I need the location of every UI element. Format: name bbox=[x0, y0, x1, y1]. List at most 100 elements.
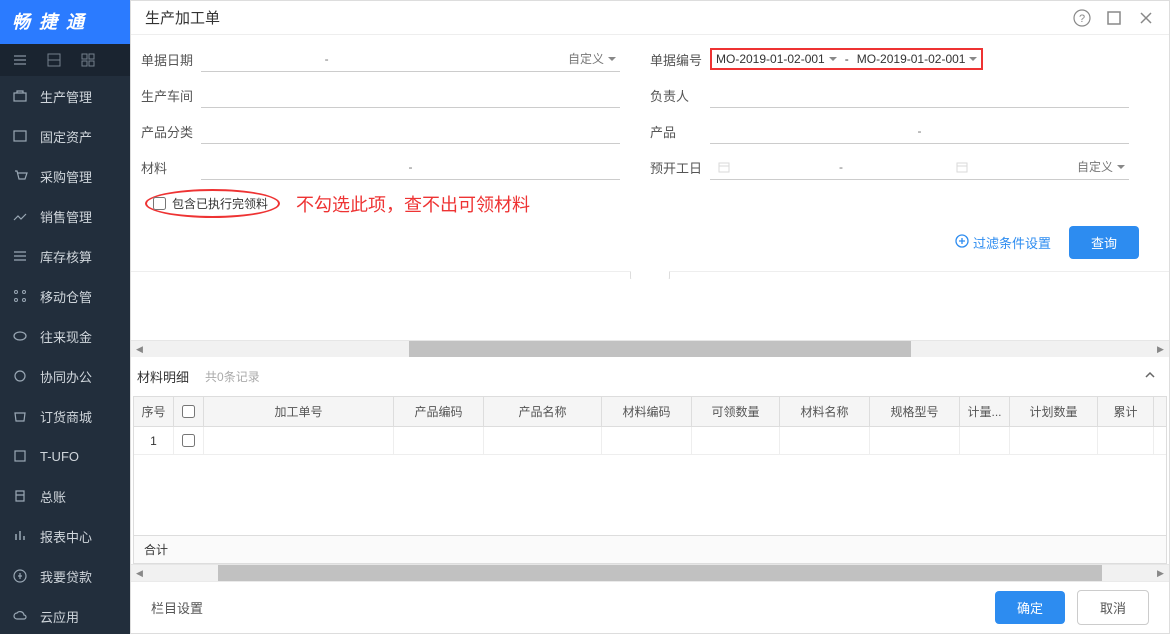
col-checkbox[interactable] bbox=[174, 397, 204, 426]
sidebar-item-purchase[interactable]: 采购管理 bbox=[0, 156, 130, 196]
assets-icon bbox=[12, 128, 28, 144]
col-cpbm[interactable]: 产品编码 bbox=[394, 397, 484, 426]
plus-circle-icon bbox=[955, 234, 969, 251]
planstart-range-field[interactable]: - 自定义 bbox=[710, 154, 1129, 180]
grid-header: 序号 加工单号 产品编码 产品名称 材料编码 可领数量 材料名称 规格型号 计量… bbox=[134, 397, 1166, 427]
grid-hscroll[interactable]: ◀ ▶ bbox=[131, 564, 1169, 581]
date-range-field[interactable]: - 自定义 bbox=[201, 46, 620, 72]
docno-range-highlight: MO-2019-01-02-001 - MO-2019-01-02-001 bbox=[710, 48, 983, 70]
svg-text:?: ? bbox=[1079, 13, 1085, 25]
select-all-checkbox[interactable] bbox=[182, 405, 195, 418]
category-field[interactable] bbox=[201, 118, 620, 144]
col-lj[interactable]: 累计 bbox=[1098, 397, 1154, 426]
sidebar-item-mobile-warehouse[interactable]: 移动仓管 bbox=[0, 276, 130, 316]
include-completed-checkbox[interactable] bbox=[153, 197, 166, 210]
dialog-titlebar: 生产加工单 ? bbox=[131, 1, 1169, 35]
production-icon bbox=[12, 88, 28, 104]
table-row[interactable]: 1 bbox=[134, 427, 1166, 455]
apps-icon[interactable] bbox=[80, 52, 96, 68]
sidebar-item-cash[interactable]: 往来现金 bbox=[0, 316, 130, 356]
include-completed-highlight: 包含已执行完领料 bbox=[145, 189, 280, 218]
sidebar-item-gl[interactable]: 总账 bbox=[0, 476, 130, 516]
col-seq: 序号 bbox=[134, 397, 174, 426]
material-section-title: 材料明细 bbox=[137, 367, 189, 386]
sidebar-item-loan[interactable]: 我要贷款 bbox=[0, 556, 130, 596]
cash-icon bbox=[12, 328, 28, 344]
dialog-title: 生产加工单 bbox=[145, 7, 1059, 28]
label-docno: 单据编号 bbox=[650, 50, 710, 69]
cell-checkbox[interactable] bbox=[174, 427, 204, 454]
sidebar-item-sales[interactable]: 销售管理 bbox=[0, 196, 130, 236]
sidebar-item-reports[interactable]: 报表中心 bbox=[0, 516, 130, 556]
total-label: 合计 bbox=[134, 536, 168, 563]
close-icon[interactable] bbox=[1137, 9, 1155, 27]
sidebar-item-tufo[interactable]: T-UFO bbox=[0, 436, 130, 476]
gl-icon bbox=[12, 488, 28, 504]
maximize-icon[interactable] bbox=[1105, 9, 1123, 27]
upper-grid-area bbox=[133, 279, 1167, 340]
docno-from-field[interactable]: MO-2019-01-02-001 bbox=[716, 52, 837, 66]
label-workshop: 生产车间 bbox=[141, 86, 201, 105]
chevron-down-icon bbox=[608, 57, 616, 65]
material-section-count: 共0条记录 bbox=[205, 368, 260, 385]
col-clmc[interactable]: 材料名称 bbox=[780, 397, 870, 426]
scan-icon[interactable] bbox=[46, 52, 62, 68]
col-jgdh[interactable]: 加工单号 bbox=[204, 397, 394, 426]
dialog: 生产加工单 ? 单据日期 - 自定义 单据编号 MO-2019-01-02-00… bbox=[130, 0, 1170, 634]
sidebar-item-office[interactable]: 协同办公 bbox=[0, 356, 130, 396]
query-button[interactable]: 查询 bbox=[1069, 226, 1139, 259]
material-range-field[interactable]: - bbox=[201, 154, 620, 180]
office-icon bbox=[12, 368, 28, 384]
col-ggxh[interactable]: 规格型号 bbox=[870, 397, 960, 426]
cell-seq: 1 bbox=[134, 427, 174, 454]
material-grid: 序号 加工单号 产品编码 产品名称 材料编码 可领数量 材料名称 规格型号 计量… bbox=[133, 396, 1167, 564]
label-date: 单据日期 bbox=[141, 50, 201, 69]
loan-icon bbox=[12, 568, 28, 584]
include-completed-label: 包含已执行完领料 bbox=[172, 195, 268, 212]
calendar-icon bbox=[956, 161, 968, 173]
section-collapse-toggle[interactable] bbox=[1143, 368, 1157, 385]
col-clbm[interactable]: 材料编码 bbox=[602, 397, 692, 426]
col-cpmc[interactable]: 产品名称 bbox=[484, 397, 602, 426]
upper-hscroll[interactable]: ◀ ▶ bbox=[131, 340, 1169, 357]
docno-to-field[interactable]: MO-2019-01-02-001 bbox=[857, 52, 978, 66]
sidebar-toolbar bbox=[0, 44, 130, 76]
field-settings-link[interactable]: 栏目设置 bbox=[151, 598, 203, 617]
filter-settings-link[interactable]: 过滤条件设置 bbox=[955, 233, 1051, 252]
label-material: 材料 bbox=[141, 158, 201, 177]
sidebar-item-assets[interactable]: 固定资产 bbox=[0, 116, 130, 156]
collapse-bar: ︽ bbox=[131, 271, 1169, 279]
scroll-right-arrow[interactable]: ▶ bbox=[1152, 341, 1169, 358]
inventory-icon bbox=[12, 248, 28, 264]
label-owner: 负责人 bbox=[650, 86, 710, 105]
sidebar-item-production[interactable]: 生产管理 bbox=[0, 76, 130, 116]
sidebar-item-inventory[interactable]: 库存核算 bbox=[0, 236, 130, 276]
grid-total-row: 合计 bbox=[134, 535, 1166, 563]
app-logo: 畅 捷 通 bbox=[0, 0, 130, 44]
row-checkbox[interactable] bbox=[182, 434, 195, 447]
workshop-field[interactable] bbox=[201, 82, 620, 108]
menu-icon[interactable] bbox=[12, 52, 28, 68]
calendar-icon bbox=[718, 161, 730, 173]
cancel-button[interactable]: 取消 bbox=[1077, 590, 1149, 625]
owner-field[interactable] bbox=[710, 82, 1129, 108]
sidebar-item-order-mall[interactable]: 订货商城 bbox=[0, 396, 130, 436]
cloud-icon bbox=[12, 608, 28, 624]
scroll-left-arrow[interactable]: ◀ bbox=[131, 565, 148, 582]
dialog-footer: 栏目设置 确定 取消 bbox=[131, 581, 1169, 633]
sidebar-item-cloud[interactable]: 云应用 bbox=[0, 596, 130, 636]
tufo-icon bbox=[12, 448, 28, 464]
ok-button[interactable]: 确定 bbox=[995, 591, 1065, 624]
annotation-text: 不勾选此项，查不出可领材料 bbox=[296, 191, 530, 217]
col-klsl[interactable]: 可领数量 bbox=[692, 397, 780, 426]
reports-icon bbox=[12, 528, 28, 544]
scroll-right-arrow[interactable]: ▶ bbox=[1152, 565, 1169, 582]
col-jhsl[interactable]: 计划数量 bbox=[1010, 397, 1098, 426]
purchase-icon bbox=[12, 168, 28, 184]
col-jl[interactable]: 计量... bbox=[960, 397, 1010, 426]
help-icon[interactable]: ? bbox=[1073, 9, 1091, 27]
order-mall-icon bbox=[12, 408, 28, 424]
material-section-header: 材料明细 共0条记录 bbox=[131, 357, 1169, 396]
scroll-left-arrow[interactable]: ◀ bbox=[131, 341, 148, 358]
product-range-field[interactable]: - bbox=[710, 118, 1129, 144]
